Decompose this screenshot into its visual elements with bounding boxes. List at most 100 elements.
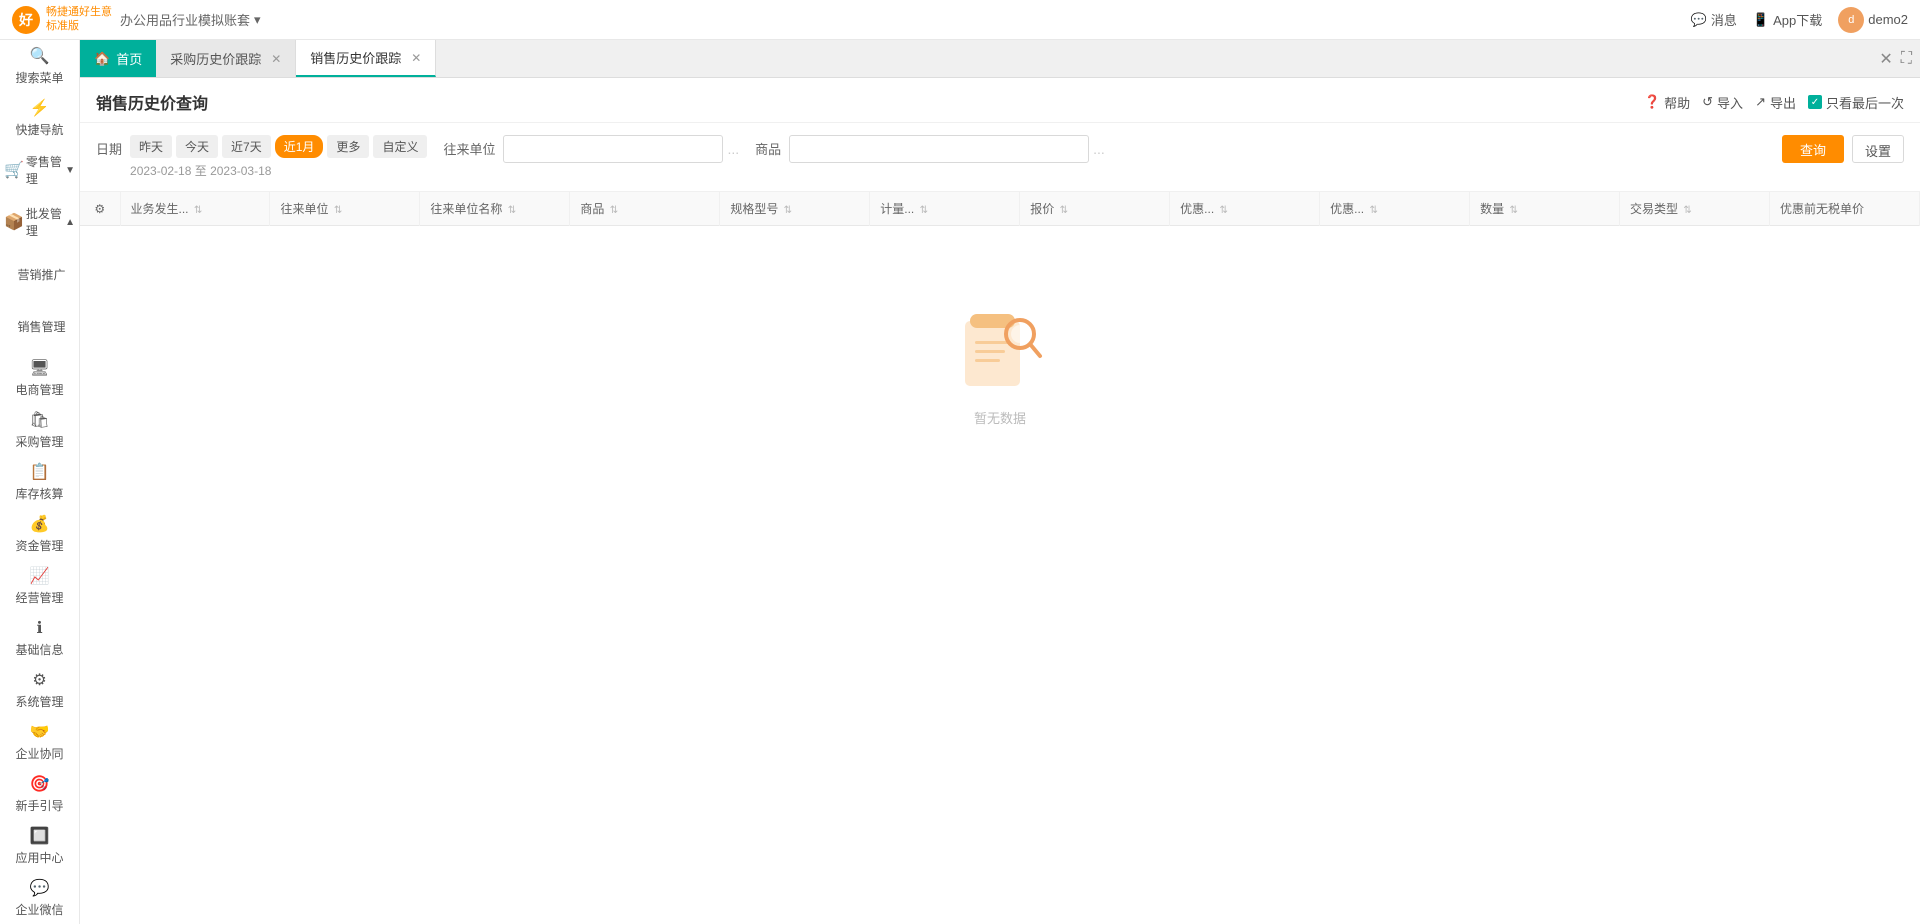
close-tab-icon[interactable]: ✕ (1879, 49, 1892, 69)
inventory-icon: 📋 (30, 462, 50, 482)
sidebar-item-basicinfo[interactable]: ℹ 基础信息 (0, 612, 79, 664)
page-actions: ❓ 帮助 ↺ 导入 ↗ 导出 ✓ 只看最后一次 (1644, 93, 1904, 112)
wholesale-icon: 📦 (4, 212, 24, 232)
table-th-unit-code[interactable]: 往来单位 ⇅ (270, 192, 420, 226)
sidebar-item-inventory[interactable]: 📋 库存核算 (0, 456, 79, 508)
table-th-discount1[interactable]: 优惠... ⇅ (1170, 192, 1320, 226)
sidebar-item-system[interactable]: ⚙ 系统管理 (0, 664, 79, 716)
maximize-icon[interactable]: ⛶ (1901, 50, 1912, 68)
goods-input-group: ... (789, 135, 1105, 163)
table-container: ⚙ 业务发生... ⇅ 往来单位 ⇅ 往来单位名称 ⇅ (80, 192, 1920, 507)
sidebar-item-finance[interactable]: 💰 资金管理 (0, 508, 79, 560)
app-dropdown[interactable]: 办公用品行业模拟账套 ▾ (120, 10, 261, 29)
search-icon: 🔍 (30, 46, 50, 66)
settings-icon[interactable]: ⚙ (94, 202, 105, 216)
topbar-left: 好 畅捷通好生意 标准版 办公用品行业模拟账套 ▾ (12, 6, 261, 34)
sort-icon: ⇅ (334, 205, 342, 216)
import-button[interactable]: ↺ 导入 (1702, 93, 1743, 112)
date-btn-1month[interactable]: 近1月 (275, 135, 324, 158)
sort-icon: ⇅ (1220, 205, 1228, 216)
sidebar-item-retail[interactable]: 🛒 零售管理 ▼ (0, 144, 79, 196)
checkbox-checked-icon: ✓ (1808, 95, 1822, 109)
tab-purchase-history[interactable]: 采购历史价跟踪 ✕ (156, 40, 296, 77)
date-btn-custom[interactable]: 自定义 (373, 135, 427, 158)
sort-icon: ⇅ (784, 205, 792, 216)
tab-purchase-close-icon[interactable]: ✕ (271, 52, 281, 66)
query-button[interactable]: 查询 (1782, 135, 1844, 163)
only-last-checkbox[interactable]: ✓ 只看最后一次 (1808, 93, 1904, 112)
download-icon: 📱 (1753, 12, 1769, 28)
sort-icon: ⇅ (194, 205, 202, 216)
wechat-icon: 💬 (30, 878, 50, 898)
date-btn-yesterday[interactable]: 昨天 (130, 135, 172, 158)
sidebar-item-enterprise-collab[interactable]: 🤝 企业协同 (0, 716, 79, 768)
table-th-spec[interactable]: 规格型号 ⇅ (720, 192, 870, 226)
sidebar-item-newbie[interactable]: 🎯 新手引导 (0, 768, 79, 820)
empty-illustration (955, 306, 1045, 396)
unit-input-group: ... (503, 135, 739, 163)
home-icon: 🏠 (94, 51, 110, 67)
table-th-date[interactable]: 业务发生... ⇅ (120, 192, 270, 226)
date-btn-7days[interactable]: 近7天 (222, 135, 271, 158)
table-th-unit-name[interactable]: 往来单位名称 ⇅ (420, 192, 570, 226)
unit-input[interactable] (503, 135, 723, 163)
empty-svg (955, 306, 1045, 396)
app-download-button[interactable]: 📱 App下载 (1753, 10, 1822, 29)
chat-icon: 💬 (1691, 12, 1707, 28)
goods-filter-group: 商品 ... (755, 135, 1105, 163)
chevron-down-icon: ▼ (65, 165, 75, 176)
empty-state: 暂无数据 (80, 226, 1920, 507)
date-filter-group: 日期 昨天 今天 近7天 近1月 更多 自定义 2023-02-18 至 202… (96, 135, 427, 179)
app-center-icon: 🔲 (30, 826, 50, 846)
date-btn-more[interactable]: 更多 (327, 135, 369, 158)
filter-area: 日期 昨天 今天 近7天 近1月 更多 自定义 2023-02-18 至 202… (80, 123, 1920, 192)
action-area: 查询 设置 (1782, 135, 1904, 163)
sort-icon: ⇅ (920, 205, 928, 216)
unit-picker-icon[interactable]: ... (727, 141, 739, 157)
table-th-qty[interactable]: 数量 ⇅ (1470, 192, 1620, 226)
main-content: 销售历史价查询 ❓ 帮助 ↺ 导入 ↗ 导出 ✓ 只看最后一次 (80, 78, 1920, 924)
sidebar-item-operations[interactable]: 📈 经营管理 (0, 560, 79, 612)
sidebar-item-wechat[interactable]: 💬 企业微信 (0, 872, 79, 924)
logo-icon: 好 (12, 6, 40, 34)
sidebar-item-wholesale[interactable]: 📦 批发管理 ▲ (0, 196, 79, 248)
table-th-pre-discount-price[interactable]: 优惠前无税单价 (1769, 192, 1919, 226)
table-header-row: ⚙ 业务发生... ⇅ 往来单位 ⇅ 往来单位名称 ⇅ (80, 192, 1920, 226)
table-header: ⚙ 业务发生... ⇅ 往来单位 ⇅ 往来单位名称 ⇅ (80, 192, 1920, 226)
sidebar-item-quicknav[interactable]: ⚡ 快捷导航 (0, 92, 79, 144)
export-button[interactable]: ↗ 导出 (1755, 93, 1796, 112)
date-options: 昨天 今天 近7天 近1月 更多 自定义 2023-02-18 至 2023-0… (130, 135, 427, 179)
table-th-unit[interactable]: 计量... ⇅ (870, 192, 1020, 226)
sidebar-item-marketing[interactable]: 营销推广 (0, 248, 79, 300)
tab-home[interactable]: 🏠 首页 (80, 40, 156, 77)
table-th-discount2[interactable]: 优惠... ⇅ (1320, 192, 1470, 226)
system-icon: ⚙ (32, 670, 46, 690)
purchase-icon: 🛍 (29, 410, 49, 430)
tab-sales-close-icon[interactable]: ✕ (411, 51, 421, 65)
goods-picker-icon[interactable]: ... (1093, 141, 1105, 157)
date-range-display: 2023-02-18 至 2023-03-18 (130, 162, 427, 179)
help-button[interactable]: ❓ 帮助 (1644, 93, 1690, 112)
chevron-up-icon: ▲ (65, 217, 75, 228)
operations-icon: 📈 (30, 566, 50, 586)
retail-icon: 🛒 (4, 160, 24, 180)
sort-icon: ⇅ (1060, 205, 1068, 216)
table-th-goods[interactable]: 商品 ⇅ (570, 192, 720, 226)
newbie-icon: 🎯 (30, 774, 50, 794)
page-area: 销售历史价查询 ❓ 帮助 ↺ 导入 ↗ 导出 ✓ 只看最后一次 (80, 78, 1920, 507)
user-menu[interactable]: d demo2 (1838, 7, 1908, 33)
sidebar-item-search[interactable]: 🔍 搜索菜单 (0, 40, 79, 92)
goods-input[interactable] (789, 135, 1089, 163)
sidebar-item-app-center[interactable]: 🔲 应用中心 (0, 820, 79, 872)
table-th-settings[interactable]: ⚙ (80, 192, 120, 226)
sidebar-item-ecommerce[interactable]: 🖥 电商管理 (0, 352, 79, 404)
setting-button[interactable]: 设置 (1852, 135, 1904, 163)
tab-sales-history[interactable]: 销售历史价跟踪 ✕ (296, 40, 436, 77)
sidebar-item-sales[interactable]: 销售管理 (0, 300, 79, 352)
chat-button[interactable]: 💬 消息 (1691, 10, 1737, 29)
date-btn-today[interactable]: 今天 (176, 135, 218, 158)
page-header: 销售历史价查询 ❓ 帮助 ↺ 导入 ↗ 导出 ✓ 只看最后一次 (80, 78, 1920, 123)
table-th-trade-type[interactable]: 交易类型 ⇅ (1620, 192, 1770, 226)
sidebar-item-purchase[interactable]: 🛍 采购管理 (0, 404, 79, 456)
table-th-price[interactable]: 报价 ⇅ (1020, 192, 1170, 226)
